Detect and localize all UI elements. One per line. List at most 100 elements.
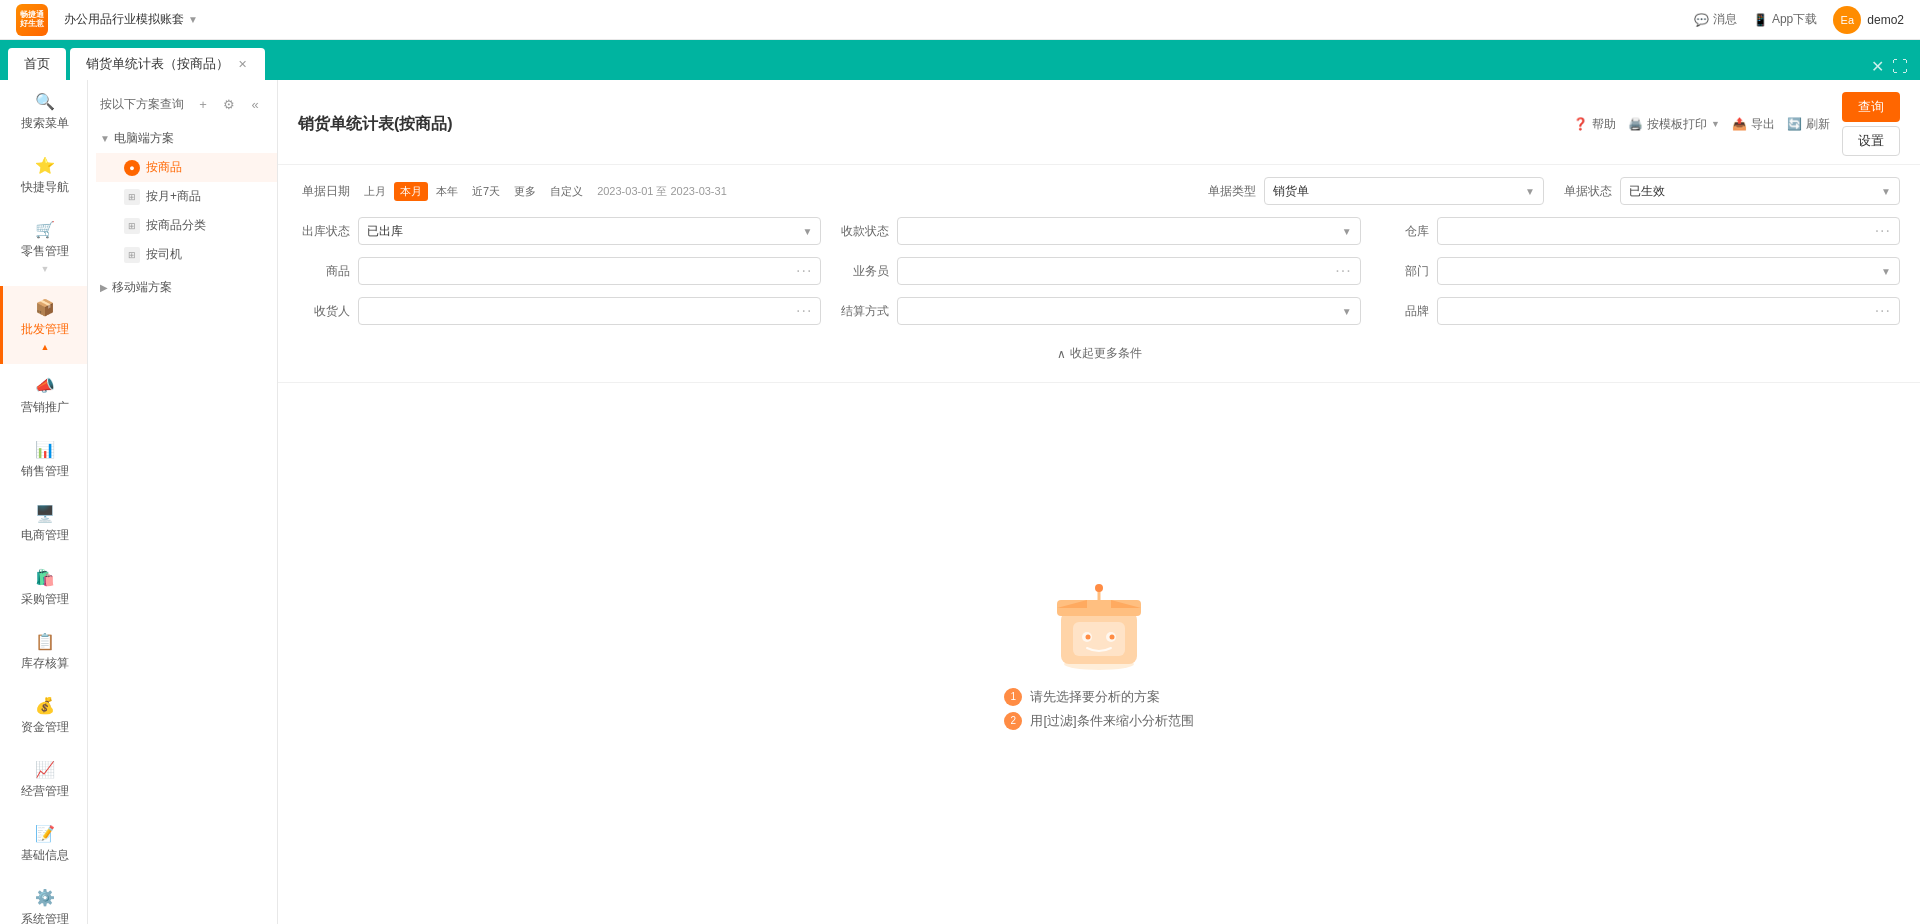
collapse-up-icon: ∧ <box>1057 347 1066 361</box>
warehouse-label: 仓库 <box>1377 223 1429 240</box>
wholesale-icon: 📦 <box>35 298 55 317</box>
page-header-actions: ❓ 帮助 🖨️ 按模板打印 ▼ 📤 导出 🔄 刷新 <box>1573 92 1900 156</box>
date-tab-7days[interactable]: 近7天 <box>466 182 506 201</box>
doc-type-input[interactable]: 销货单 ▼ <box>1264 177 1544 205</box>
finance-icon: 💰 <box>35 696 55 715</box>
sidebar-item-quicknav[interactable]: ⭐ 快捷导航 <box>0 144 87 208</box>
sidebar-item-marketing[interactable]: 📣 营销推广 <box>0 364 87 428</box>
add-scheme-button[interactable]: + <box>193 94 213 114</box>
date-tab-custom[interactable]: 自定义 <box>544 182 589 201</box>
print-action[interactable]: 🖨️ 按模板打印 ▼ <box>1628 116 1720 133</box>
tab-close-icon[interactable]: ✕ <box>235 57 249 71</box>
logo-area: 畅捷通好生意 <box>16 4 48 36</box>
scheme-item-by-product-label: 按商品 <box>146 159 182 176</box>
stock-status-value: 已出库 <box>367 223 403 240</box>
scheme-item-month-product[interactable]: ⊞ 按月+商品 <box>96 182 277 211</box>
hint-number-1: 1 <box>1004 688 1022 706</box>
scheme-item-by-product[interactable]: ● 按商品 <box>96 153 277 182</box>
payment-status-label: 收款状态 <box>837 223 889 240</box>
chevron-down-icon: ▼ <box>188 14 198 25</box>
sidebar-item-inventory[interactable]: 📋 库存核算 <box>0 620 87 684</box>
doc-status-input[interactable]: 已生效 ▼ <box>1620 177 1900 205</box>
filter-payment-method-item: 结算方式 ▼ <box>837 297 1360 325</box>
brand-input[interactable]: ··· <box>1437 297 1900 325</box>
settings-scheme-button[interactable]: ⚙ <box>219 94 239 114</box>
category-icon: ⊞ <box>124 218 140 234</box>
payment-method-input[interactable]: ▼ <box>897 297 1360 325</box>
doc-status-value: 已生效 <box>1629 183 1665 200</box>
filter-warehouse-item: 仓库 ··· <box>1377 217 1900 245</box>
user-area[interactable]: Ea demo2 <box>1833 6 1904 34</box>
date-tab-last-month[interactable]: 上月 <box>358 182 392 201</box>
sidebar-item-search[interactable]: 🔍 搜索菜单 <box>0 80 87 144</box>
filter-brand-item: 品牌 ··· <box>1377 297 1900 325</box>
date-tabs: 上月 本月 本年 近7天 更多 自定义 <box>358 182 589 201</box>
download-action[interactable]: 📱 App下载 <box>1753 11 1817 28</box>
collapse-panel-button[interactable]: « <box>245 94 265 114</box>
logo-icon: 畅捷通好生意 <box>16 4 48 36</box>
sidebar-item-purchase-label: 采购管理 <box>21 591 69 608</box>
receiver-input[interactable]: ··· <box>358 297 821 325</box>
tabbar-actions: ✕ ⛶ <box>1859 57 1920 80</box>
tab-report-label: 销货单统计表（按商品） <box>86 55 229 73</box>
tab-maximize-icon[interactable]: ⛶ <box>1892 58 1908 76</box>
export-action[interactable]: 📤 导出 <box>1732 116 1775 133</box>
filter-doc-status-item: 单据状态 已生效 ▼ <box>1560 177 1900 205</box>
retail-icon: 🛒 <box>35 220 55 239</box>
payment-status-input[interactable]: ▼ <box>897 217 1360 245</box>
collapse-conditions-button[interactable]: ∧ 收起更多条件 <box>298 337 1900 370</box>
date-filter-label: 单据日期 <box>298 183 350 200</box>
sidebar-item-purchase[interactable]: 🛍️ 采购管理 <box>0 556 87 620</box>
stock-status-arrow-icon: ▼ <box>802 226 812 237</box>
date-tab-this-year[interactable]: 本年 <box>430 182 464 201</box>
topbar: 畅捷通好生意 办公用品行业模拟账套 ▼ 💬 消息 📱 App下载 Ea demo… <box>0 0 1920 40</box>
warehouse-input[interactable]: ··· <box>1437 217 1900 245</box>
query-actions: 查询 设置 <box>1842 92 1900 156</box>
basic-icon: 📝 <box>35 824 55 843</box>
sidebar-item-basic[interactable]: 📝 基础信息 <box>0 812 87 876</box>
inventory-icon: 📋 <box>35 632 55 651</box>
salesperson-input[interactable]: ··· <box>897 257 1360 285</box>
scheme-item-cashier-label: 按司机 <box>146 246 182 263</box>
sidebar-item-sales[interactable]: 📊 销售管理 <box>0 428 87 492</box>
scheme-item-category-label: 按商品分类 <box>146 217 206 234</box>
scheme-group-mobile-header[interactable]: ▶ 移动端方案 <box>88 273 277 302</box>
product-more-icon: ··· <box>796 262 812 280</box>
workspace-selector[interactable]: 办公用品行业模拟账套 ▼ <box>56 7 206 32</box>
date-tab-more[interactable]: 更多 <box>508 182 542 201</box>
tab-close-all-icon[interactable]: ✕ <box>1871 57 1884 76</box>
help-action[interactable]: ❓ 帮助 <box>1573 116 1616 133</box>
filter-panel-title: 按以下方案查询 <box>100 96 184 113</box>
message-action[interactable]: 💬 消息 <box>1694 11 1737 28</box>
salesperson-more-icon: ··· <box>1335 262 1351 280</box>
sidebar-item-operation[interactable]: 📈 经营管理 <box>0 748 87 812</box>
payment-method-arrow-icon: ▼ <box>1342 306 1352 317</box>
product-input[interactable]: ··· <box>358 257 821 285</box>
scheme-item-category[interactable]: ⊞ 按商品分类 <box>96 211 277 240</box>
sidebar-item-wholesale[interactable]: 📦 批发管理 ▲ <box>0 286 87 364</box>
brand-label: 品牌 <box>1377 303 1429 320</box>
refresh-label: 刷新 <box>1806 116 1830 133</box>
sidebar-item-retail[interactable]: 🛒 零售管理 ▼ <box>0 208 87 286</box>
tab-home[interactable]: 首页 <box>8 48 66 80</box>
sidebar-item-ecommerce[interactable]: 🖥️ 电商管理 <box>0 492 87 556</box>
scheme-group-mobile: ▶ 移动端方案 <box>88 273 277 302</box>
avatar: Ea <box>1833 6 1861 34</box>
product-label: 商品 <box>298 263 350 280</box>
sidebar-item-retail-label: 零售管理 <box>21 243 69 260</box>
username-label: demo2 <box>1867 13 1904 27</box>
sidebar-item-finance[interactable]: 💰 资金管理 <box>0 684 87 748</box>
query-button[interactable]: 查询 <box>1842 92 1900 122</box>
retail-expand-icon: ▼ <box>41 264 50 274</box>
stock-status-input[interactable]: 已出库 ▼ <box>358 217 821 245</box>
scheme-item-cashier[interactable]: ⊞ 按司机 <box>96 240 277 269</box>
department-input[interactable]: ▼ <box>1437 257 1900 285</box>
tab-report[interactable]: 销货单统计表（按商品） ✕ <box>70 48 265 80</box>
doc-type-arrow-icon: ▼ <box>1525 186 1535 197</box>
refresh-action[interactable]: 🔄 刷新 <box>1787 116 1830 133</box>
download-icon: 📱 <box>1753 13 1768 27</box>
scheme-group-pc-header[interactable]: ▼ 电脑端方案 <box>88 124 277 153</box>
settings-button[interactable]: 设置 <box>1842 126 1900 156</box>
date-tab-this-month[interactable]: 本月 <box>394 182 428 201</box>
sidebar-item-system[interactable]: ⚙️ 系统管理 <box>0 876 87 924</box>
